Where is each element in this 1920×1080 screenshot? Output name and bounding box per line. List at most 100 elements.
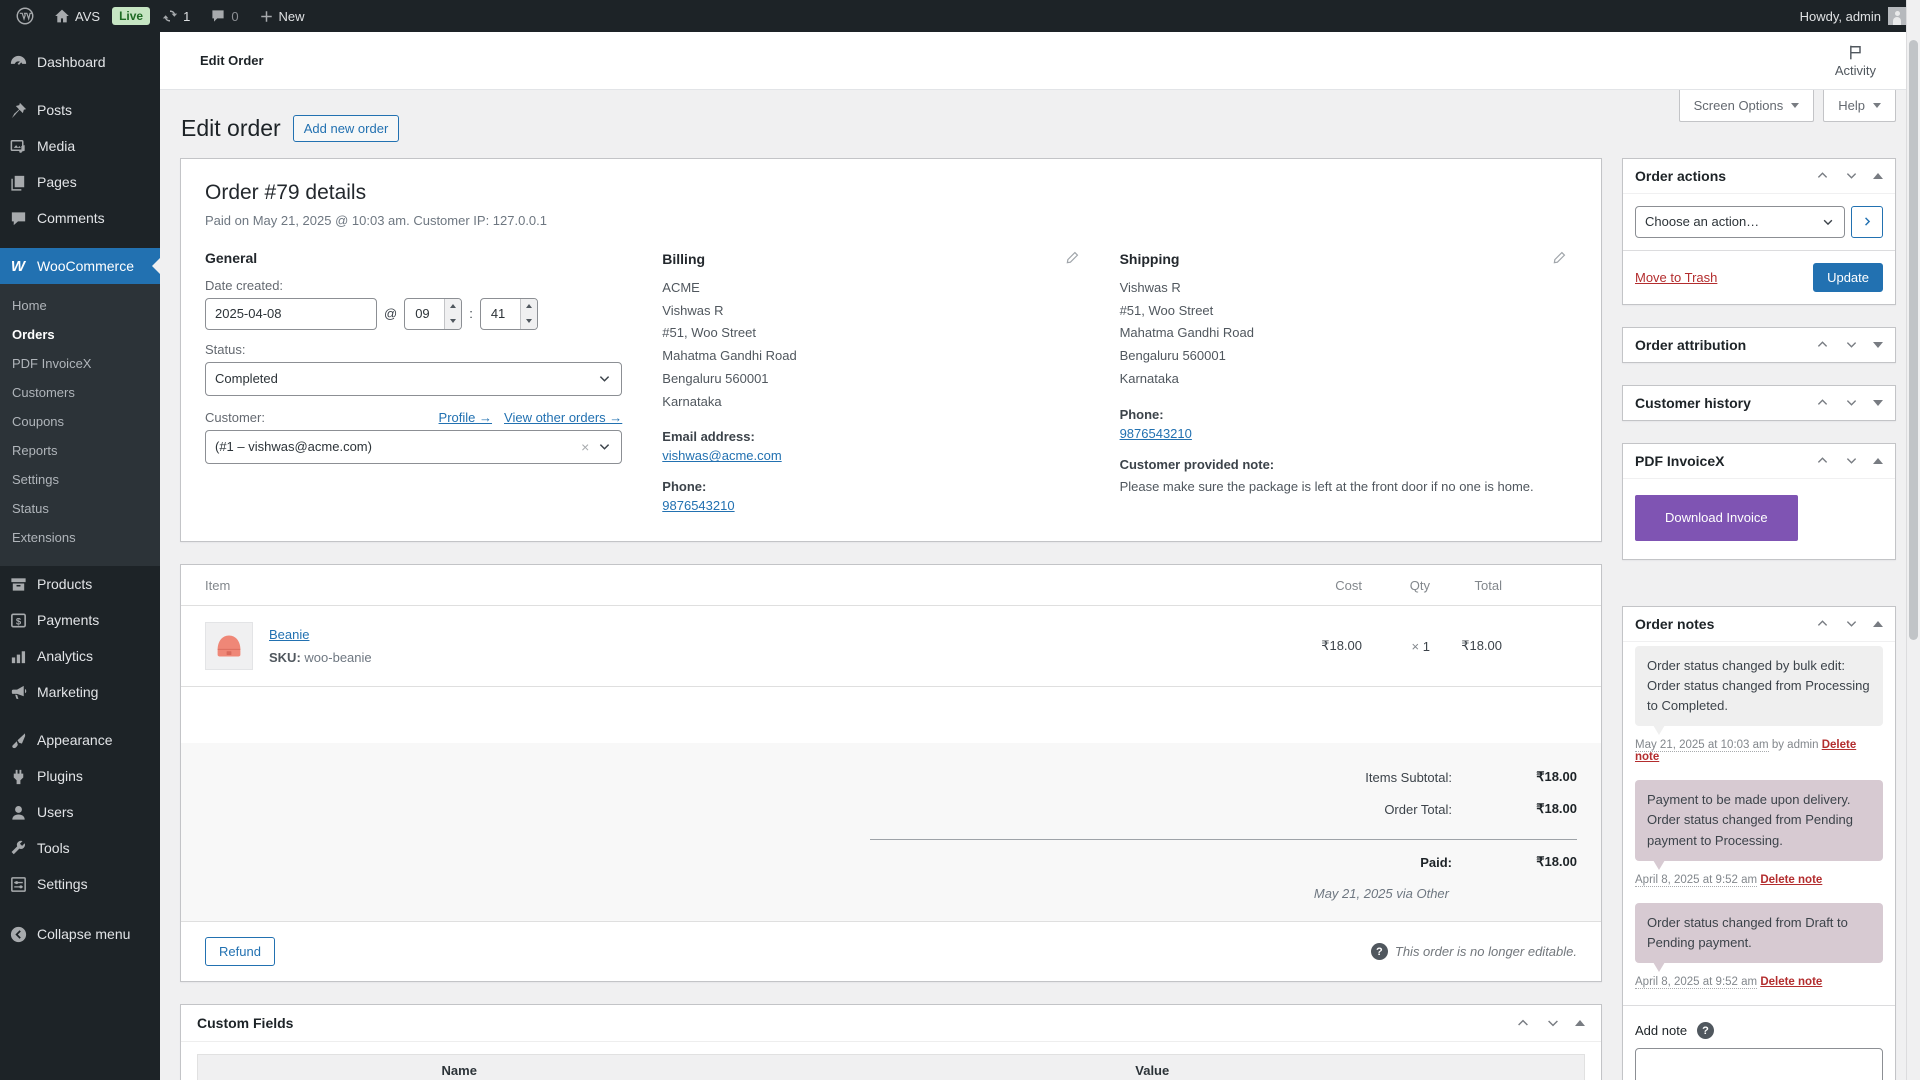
download-invoice-button[interactable]: Download Invoice (1635, 495, 1798, 541)
wordpress-logo-icon[interactable] (8, 0, 42, 32)
update-button[interactable]: Update (1813, 263, 1883, 292)
screen-options-button[interactable]: Screen Options (1679, 90, 1815, 122)
minute-input[interactable]: 41 (480, 298, 538, 330)
media-icon (8, 136, 28, 156)
sidebar-item-media[interactable]: Media (0, 128, 160, 164)
site-menu[interactable]: AVS (46, 0, 108, 32)
toggle-panel-icon[interactable] (1873, 400, 1883, 406)
sidebar-item-pages[interactable]: Pages (0, 164, 160, 200)
sidebar-item-products[interactable]: Products (0, 566, 160, 602)
move-down-icon[interactable] (1844, 168, 1859, 183)
submenu-status[interactable]: Status (0, 494, 160, 523)
profile-link[interactable]: Profile → (439, 410, 492, 425)
submenu-coupons[interactable]: Coupons (0, 407, 160, 436)
new-label: New (279, 9, 305, 24)
chevron-down-icon (597, 439, 612, 454)
at-sign: @ (384, 306, 397, 321)
sidebar-item-marketing[interactable]: Marketing (0, 674, 160, 710)
move-down-icon[interactable] (1844, 395, 1859, 410)
sidebar-item-posts[interactable]: Posts (0, 92, 160, 128)
minute-spinner[interactable] (520, 299, 537, 329)
sidebar-item-tools[interactable]: Tools (0, 830, 160, 866)
products-icon (8, 574, 28, 594)
move-to-trash-link[interactable]: Move to Trash (1635, 270, 1717, 285)
submenu-orders[interactable]: Orders (0, 320, 160, 349)
move-down-icon[interactable] (1545, 1015, 1561, 1031)
clear-selection-icon[interactable]: × (581, 439, 589, 455)
payments-icon: $ (8, 610, 28, 630)
submenu-home[interactable]: Home (0, 291, 160, 320)
move-up-icon[interactable] (1815, 168, 1830, 183)
move-down-icon[interactable] (1844, 453, 1859, 468)
billing-email-link[interactable]: vishwas@acme.com (662, 448, 781, 463)
toggle-panel-icon[interactable] (1873, 342, 1883, 348)
add-new-order-button[interactable]: Add new order (293, 115, 400, 142)
submenu-extensions[interactable]: Extensions (0, 523, 160, 552)
refund-button[interactable]: Refund (205, 937, 275, 966)
move-up-icon[interactable] (1515, 1015, 1531, 1031)
help-icon[interactable]: ? (1697, 1022, 1714, 1039)
sidebar-item-plugins[interactable]: Plugins (0, 758, 160, 794)
status-select[interactable]: Completed (205, 362, 622, 396)
new-content-menu[interactable]: New (251, 0, 313, 32)
date-created-input[interactable]: 2025-04-08 (205, 298, 377, 330)
move-up-icon[interactable] (1815, 453, 1830, 468)
submenu-customers[interactable]: Customers (0, 378, 160, 407)
note-text: Payment to be made upon delivery. Order … (1647, 792, 1853, 847)
sidebar-item-payments[interactable]: $ Payments (0, 602, 160, 638)
toggle-panel-icon[interactable] (1873, 173, 1883, 179)
move-up-icon[interactable] (1815, 395, 1830, 410)
help-icon[interactable]: ? (1371, 943, 1388, 960)
help-button[interactable]: Help (1823, 90, 1896, 122)
updates-menu[interactable]: 1 (154, 0, 198, 32)
edit-shipping-icon[interactable] (1551, 250, 1567, 269)
chevron-down-icon (1821, 215, 1835, 229)
woocommerce-icon: W (8, 256, 28, 276)
order-action-select[interactable]: Choose an action… (1635, 206, 1845, 238)
account-menu[interactable]: Howdy, admin (1800, 7, 1920, 25)
comment-count: 0 (231, 9, 238, 24)
move-up-icon[interactable] (1815, 616, 1830, 631)
order-details-title: Order #79 details (205, 181, 1577, 205)
column-item: Item (205, 578, 1267, 593)
delete-note-link[interactable]: Delete note (1760, 874, 1822, 886)
add-note-textarea[interactable] (1635, 1048, 1883, 1080)
submenu-pdf-invoicex[interactable]: PDF InvoiceX (0, 349, 160, 378)
sidebar-item-woocommerce[interactable]: W WooCommerce (0, 248, 160, 284)
paid-value: ₹18.00 (1452, 854, 1577, 870)
order-items-panel: Item Cost Qty Total (180, 564, 1602, 982)
delete-note-link[interactable]: Delete note (1760, 976, 1822, 988)
edit-billing-icon[interactable] (1064, 250, 1080, 269)
sidebar-item-users[interactable]: Users (0, 794, 160, 830)
comments-menu[interactable]: 0 (202, 0, 246, 32)
sidebar-item-collapse-menu[interactable]: Collapse menu (0, 916, 160, 952)
submenu-settings[interactable]: Settings (0, 465, 160, 494)
billing-phone-link[interactable]: 9876543210 (662, 498, 734, 513)
activity-button[interactable]: Activity (1835, 44, 1876, 78)
toggle-panel-icon[interactable] (1575, 1020, 1585, 1026)
shipping-phone-link[interactable]: 9876543210 (1120, 426, 1192, 441)
customer-select[interactable]: (#1 – vishwas@acme.com) × (205, 430, 622, 464)
order-notes-title: Order notes (1635, 616, 1714, 632)
toggle-panel-icon[interactable] (1873, 458, 1883, 464)
toggle-panel-icon[interactable] (1873, 621, 1883, 627)
view-other-orders-link[interactable]: View other orders → (504, 410, 622, 425)
sidebar-item-dashboard[interactable]: Dashboard (0, 44, 160, 80)
apply-action-button[interactable] (1851, 206, 1883, 238)
sidebar-item-analytics[interactable]: Analytics (0, 638, 160, 674)
hour-input[interactable]: 09 (404, 298, 462, 330)
move-down-icon[interactable] (1844, 337, 1859, 352)
sidebar-item-appearance[interactable]: Appearance (0, 722, 160, 758)
dashboard-icon (8, 52, 28, 72)
move-up-icon[interactable] (1815, 337, 1830, 352)
hour-spinner[interactable] (444, 299, 461, 329)
product-name-link[interactable]: Beanie (269, 627, 309, 642)
move-down-icon[interactable] (1844, 616, 1859, 631)
item-cost: ₹18.00 (1267, 638, 1362, 654)
submenu-reports[interactable]: Reports (0, 436, 160, 465)
scrollbar-thumb[interactable] (1909, 40, 1918, 640)
sidebar-item-settings[interactable]: Settings (0, 866, 160, 902)
not-editable-notice: ? This order is no longer editable. (1371, 943, 1577, 960)
pin-icon (8, 100, 28, 120)
sidebar-item-comments[interactable]: Comments (0, 200, 160, 236)
